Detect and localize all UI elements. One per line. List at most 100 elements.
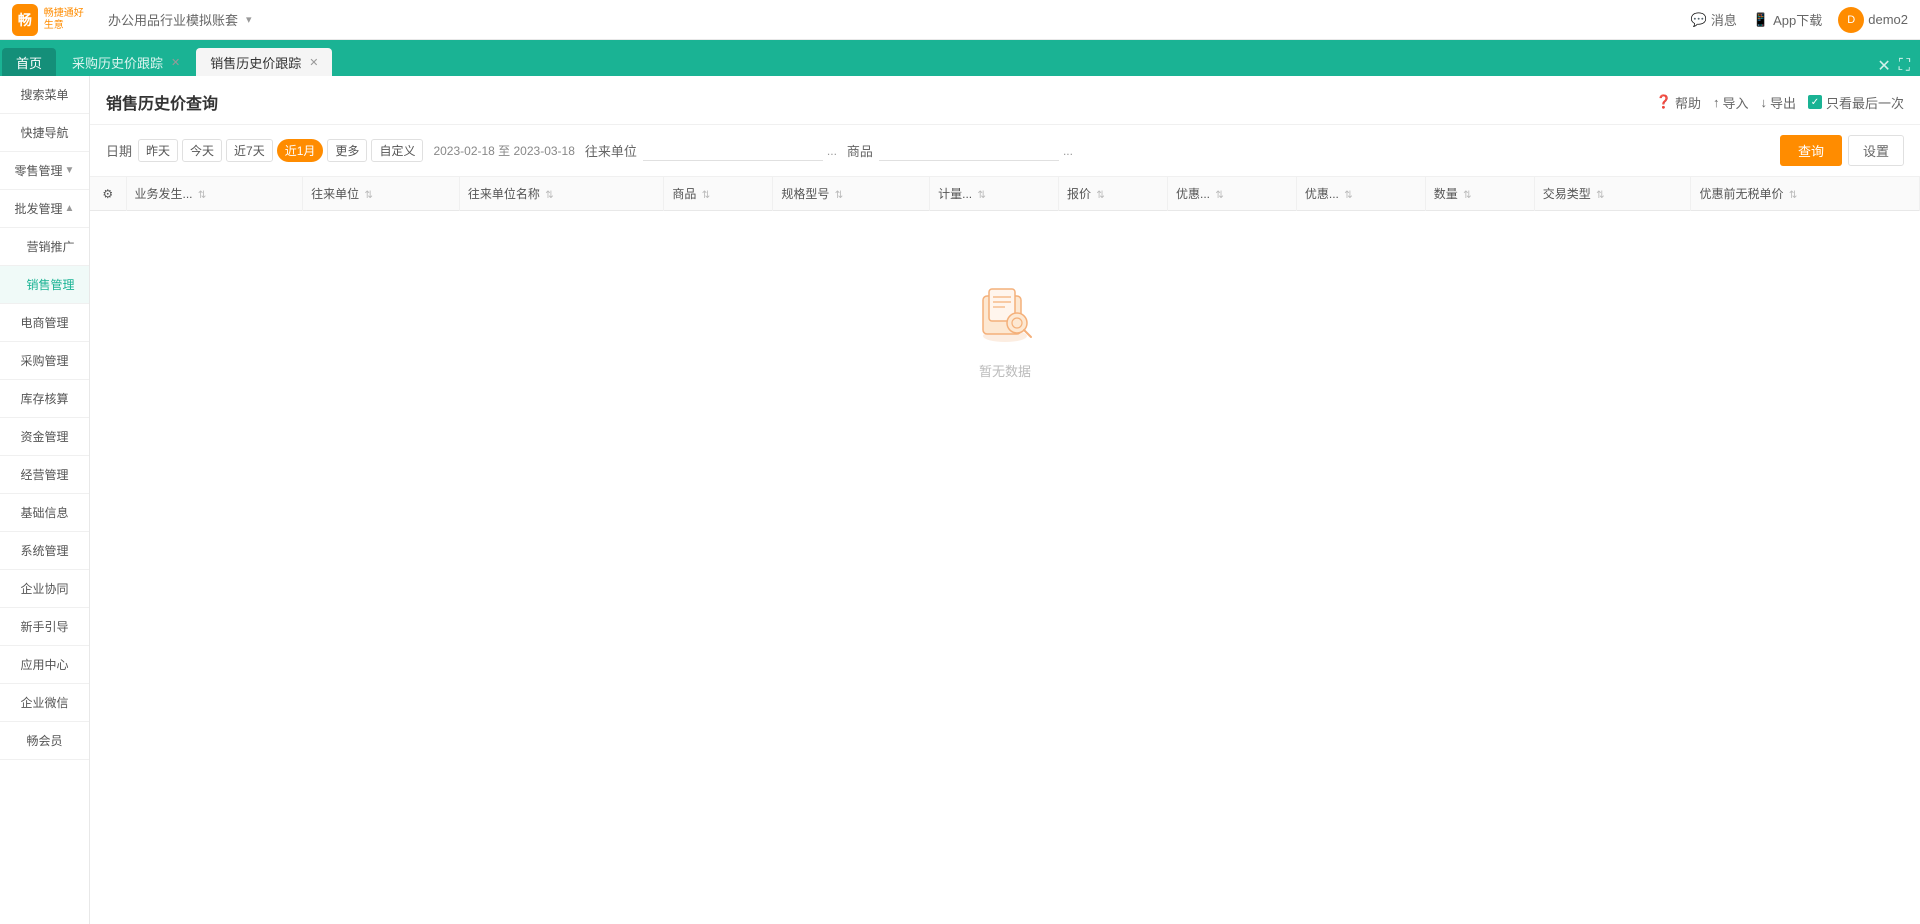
app-download-btn[interactable]: 📱 App下载 bbox=[1753, 10, 1822, 29]
sidebar-item-sales-mgmt[interactable]: 销售管理 bbox=[0, 266, 89, 304]
sort-icon-quantity: ⇅ bbox=[1463, 190, 1471, 201]
th-discount2[interactable]: 优惠... ⇅ bbox=[1296, 177, 1425, 211]
app-download-icon: 📱 bbox=[1753, 12, 1769, 28]
empty-text: 暂无数据 bbox=[979, 361, 1031, 380]
date-buttons: 昨天 今天 近7天 近1月 更多 自定义 bbox=[138, 139, 423, 162]
topbar-dropdown-icon[interactable]: ▾ bbox=[246, 13, 252, 26]
page: 销售历史价查询 ❓ 帮助 ↑ 导入 ↓ 导出 ✓ bbox=[90, 76, 1920, 924]
sidebar-item-basic-info[interactable]: 基础信息 bbox=[0, 494, 89, 532]
th-quote-price[interactable]: 报价 ⇅ bbox=[1059, 177, 1168, 211]
only-last-checkbox[interactable]: ✓ 只看最后一次 bbox=[1808, 93, 1904, 112]
export-btn[interactable]: ↓ 导出 bbox=[1760, 93, 1796, 112]
date-btn-more[interactable]: 更多 bbox=[327, 139, 367, 162]
sort-icon-pre-tax-price: ⇅ bbox=[1789, 190, 1797, 201]
import-btn[interactable]: ↑ 导入 bbox=[1713, 93, 1749, 112]
tab-home[interactable]: 首页 bbox=[2, 48, 56, 76]
sidebar-item-enterprise-collab[interactable]: 企业协同 bbox=[0, 570, 89, 608]
enterprise-collab-label: 企业协同 bbox=[20, 580, 68, 597]
table-header-row: ⚙ 业务发生... ⇅ 往来单位 ⇅ 往来单位名称 bbox=[90, 177, 1920, 211]
partner-dots[interactable]: ... bbox=[827, 144, 837, 158]
sales-mgmt-label: 销售管理 bbox=[26, 276, 74, 293]
marketing-label: 营销推广 bbox=[26, 238, 74, 255]
user-menu[interactable]: D demo2 bbox=[1838, 7, 1908, 33]
tab-sales-history-close[interactable]: ✕ bbox=[309, 56, 318, 69]
username: demo2 bbox=[1868, 12, 1908, 27]
filter-actions: 查询 设置 bbox=[1780, 135, 1904, 166]
tab-purchase-history-label: 采购历史价跟踪 bbox=[72, 53, 163, 72]
operations-mgmt-label: 经营管理 bbox=[20, 466, 68, 483]
date-btn-last7[interactable]: 近7天 bbox=[226, 139, 273, 162]
maximize-btn[interactable]: ⛶ bbox=[1899, 57, 1910, 75]
import-label: 导入 bbox=[1722, 93, 1748, 112]
help-btn[interactable]: ❓ 帮助 bbox=[1656, 93, 1701, 112]
sidebar-item-retail-mgmt[interactable]: 零售管理 ▼ bbox=[0, 152, 89, 190]
main-layout: 搜索菜单 快捷导航 零售管理 ▼ 批发管理 ▲ 营销推广 销售管理 电商管理 采… bbox=[0, 76, 1920, 924]
close-window-btn[interactable]: ✕ bbox=[1877, 56, 1890, 76]
goods-dots[interactable]: ... bbox=[1063, 144, 1073, 158]
message-icon: 💬 bbox=[1691, 12, 1707, 28]
date-btn-last1m[interactable]: 近1月 bbox=[277, 139, 324, 162]
help-icon: ❓ bbox=[1656, 94, 1672, 110]
th-spec[interactable]: 规格型号 ⇅ bbox=[773, 177, 930, 211]
new-guide-label: 新手引导 bbox=[20, 618, 68, 635]
data-table: ⚙ 业务发生... ⇅ 往来单位 ⇅ 往来单位名称 bbox=[90, 177, 1920, 211]
partner-input[interactable] bbox=[643, 141, 823, 161]
sidebar-item-vip-member[interactable]: 畅会员 bbox=[0, 722, 89, 760]
sidebar-item-system-mgmt[interactable]: 系统管理 bbox=[0, 532, 89, 570]
th-quantity-label: 数量 bbox=[1434, 187, 1458, 201]
gear-icon: ⚙ bbox=[102, 187, 113, 201]
th-unit[interactable]: 计量... ⇅ bbox=[930, 177, 1059, 211]
th-biz-date[interactable]: 业务发生... ⇅ bbox=[126, 177, 303, 211]
date-btn-yesterday[interactable]: 昨天 bbox=[138, 139, 178, 162]
sidebar-item-finance-mgmt[interactable]: 资金管理 bbox=[0, 418, 89, 456]
sort-icon-partner-name: ⇅ bbox=[545, 190, 553, 201]
query-btn[interactable]: 查询 bbox=[1780, 135, 1842, 166]
sort-icon-partner-code: ⇅ bbox=[365, 190, 373, 201]
th-partner-name[interactable]: 往来单位名称 ⇅ bbox=[459, 177, 664, 211]
sidebar-item-purchase-mgmt[interactable]: 采购管理 bbox=[0, 342, 89, 380]
sidebar-item-quick-nav[interactable]: 快捷导航 bbox=[0, 114, 89, 152]
message-btn[interactable]: 💬 消息 bbox=[1691, 10, 1737, 29]
export-icon: ↓ bbox=[1760, 95, 1767, 110]
th-pre-tax-price[interactable]: 优惠前无税单价 ⇅ bbox=[1691, 177, 1920, 211]
sort-icon-goods: ⇅ bbox=[702, 190, 710, 201]
sidebar-item-search-menu[interactable]: 搜索菜单 bbox=[0, 76, 89, 114]
th-spec-label: 规格型号 bbox=[781, 187, 829, 201]
th-quote-price-label: 报价 bbox=[1067, 187, 1091, 201]
th-discount1-label: 优惠... bbox=[1176, 187, 1210, 201]
goods-input[interactable] bbox=[879, 141, 1059, 161]
th-gear[interactable]: ⚙ bbox=[90, 177, 126, 211]
sidebar-item-marketing[interactable]: 营销推广 bbox=[0, 228, 89, 266]
sort-icon-discount1: ⇅ bbox=[1215, 190, 1223, 201]
th-goods[interactable]: 商品 ⇅ bbox=[664, 177, 773, 211]
settings-btn[interactable]: 设置 bbox=[1848, 135, 1904, 166]
sidebar-item-ecommerce-mgmt[interactable]: 电商管理 bbox=[0, 304, 89, 342]
logo-area: 畅 畅捷通好生意 bbox=[12, 4, 92, 36]
th-goods-label: 商品 bbox=[672, 187, 696, 201]
tab-sales-history[interactable]: 销售历史价跟踪 ✕ bbox=[196, 48, 332, 76]
tab-home-label: 首页 bbox=[16, 53, 42, 72]
date-btn-custom[interactable]: 自定义 bbox=[371, 139, 423, 162]
retail-mgmt-arrow: ▼ bbox=[65, 165, 75, 176]
sidebar-item-wholesale-mgmt[interactable]: 批发管理 ▲ bbox=[0, 190, 89, 228]
th-biz-date-label: 业务发生... bbox=[135, 187, 193, 201]
ecommerce-mgmt-label: 电商管理 bbox=[20, 314, 68, 331]
tabbar: 首页 采购历史价跟踪 ✕ 销售历史价跟踪 ✕ ✕ ⛶ bbox=[0, 40, 1920, 76]
tab-purchase-history[interactable]: 采购历史价跟踪 ✕ bbox=[58, 48, 194, 76]
sidebar-item-operations-mgmt[interactable]: 经营管理 bbox=[0, 456, 89, 494]
retail-mgmt-label: 零售管理 bbox=[15, 162, 63, 179]
sidebar-item-new-guide[interactable]: 新手引导 bbox=[0, 608, 89, 646]
sidebar-item-inventory-check[interactable]: 库存核算 bbox=[0, 380, 89, 418]
table-area: ⚙ 业务发生... ⇅ 往来单位 ⇅ 往来单位名称 bbox=[90, 177, 1920, 924]
th-quantity[interactable]: 数量 ⇅ bbox=[1425, 177, 1534, 211]
partner-input-wrap: ... bbox=[643, 141, 837, 161]
sidebar-item-app-center[interactable]: 应用中心 bbox=[0, 646, 89, 684]
page-header: 销售历史价查询 ❓ 帮助 ↑ 导入 ↓ 导出 ✓ bbox=[90, 76, 1920, 125]
date-btn-today[interactable]: 今天 bbox=[182, 139, 222, 162]
th-discount1[interactable]: 优惠... ⇅ bbox=[1167, 177, 1296, 211]
th-partner-code[interactable]: 往来单位 ⇅ bbox=[303, 177, 460, 211]
th-trade-type[interactable]: 交易类型 ⇅ bbox=[1534, 177, 1691, 211]
empty-icon bbox=[965, 271, 1045, 351]
sidebar-item-enterprise-wechat[interactable]: 企业微信 bbox=[0, 684, 89, 722]
tab-purchase-history-close[interactable]: ✕ bbox=[171, 56, 180, 69]
